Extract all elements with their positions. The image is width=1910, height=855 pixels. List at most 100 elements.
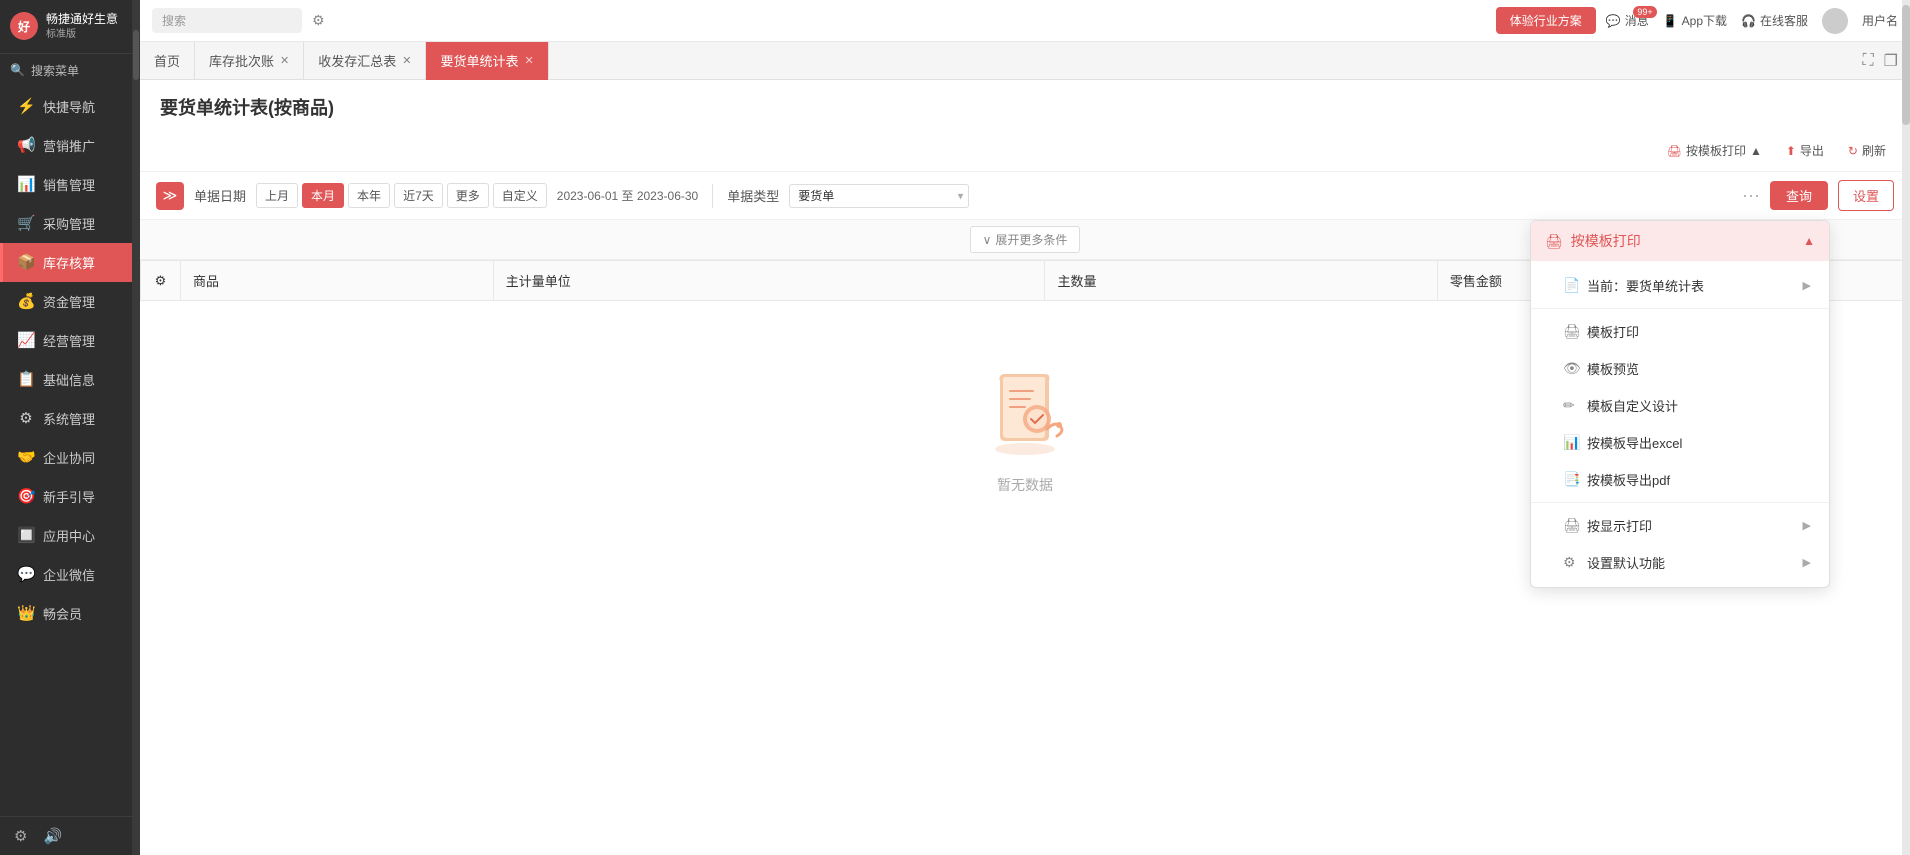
tab-bar: 首页 库存批次账 ✕ 收发存汇总表 ✕ 要货单统计表 ✕ ⛶ ❐ (140, 42, 1910, 80)
system-icon: ⚙ (17, 409, 35, 427)
sidebar-item-weixin[interactable]: 💬 企业微信 (0, 555, 140, 594)
close-receipt-summary[interactable]: ✕ (402, 54, 411, 67)
date-btn-this-month[interactable]: 本月 (302, 183, 344, 208)
query-btn[interactable]: 查询 (1770, 181, 1828, 210)
template-custom-icon: ✏ (1563, 397, 1579, 414)
print-menu-item-template-preview[interactable]: 👁 模板预览 (1531, 350, 1829, 387)
vertical-scrollbar[interactable] (1902, 0, 1910, 855)
filter-type-select-wrap: 要货单 (789, 184, 969, 208)
sidebar-item-operations[interactable]: 📈 经营管理 (0, 321, 140, 360)
refresh-btn[interactable]: ↻ 刷新 (1840, 138, 1894, 163)
sidebar-item-cooperation[interactable]: 🤝 企业协同 (0, 438, 140, 477)
print-icon: 🖨 (1667, 144, 1682, 158)
scrollbar-thumb[interactable] (1902, 5, 1910, 125)
sidebar-item-member[interactable]: 👑 畅会员 (0, 594, 140, 633)
message-link[interactable]: 💬 消息 99+ (1606, 12, 1649, 29)
sidebar-scrollbar[interactable] (132, 0, 140, 855)
filter-separator (712, 184, 713, 208)
date-btn-custom[interactable]: 自定义 (493, 183, 547, 208)
set-default-icon: ⚙ (1563, 554, 1579, 571)
sidebar-search-item[interactable]: 🔍 搜索菜单 (0, 54, 140, 87)
online-service-link[interactable]: 🎧 在线客服 (1741, 12, 1808, 29)
print-menu-item-display-print[interactable]: 🖨 按显示打印 ▶ (1531, 507, 1829, 544)
filter-expand-btn[interactable]: ≫ (156, 182, 184, 210)
sidebar-item-newbie[interactable]: 🎯 新手引导 (0, 477, 140, 516)
template-preview-icon: 👁 (1563, 360, 1579, 377)
sidebar-item-inventory[interactable]: 📦 库存核算 (0, 243, 140, 282)
set-default-arrow: ▶ (1803, 556, 1811, 569)
tab-receipt-summary[interactable]: 收发存汇总表 ✕ (304, 42, 426, 80)
current-template-arrow: ▶ (1803, 279, 1811, 292)
date-btn-last-7days[interactable]: 近7天 (394, 183, 443, 208)
right-action-bar: 🖨 按模板打印 ▲ ⬆ 导出 ↻ 刷新 (140, 130, 1910, 172)
export-pdf-icon: 📑 (1563, 471, 1579, 488)
tab-order-stats[interactable]: 要货单统计表 ✕ (426, 42, 548, 80)
col-unit: 主计量单位 (493, 261, 1045, 301)
refresh-icon: ↻ (1848, 144, 1858, 158)
header-mid: ⚙ (312, 12, 1486, 29)
date-btn-last-month[interactable]: 上月 (256, 183, 298, 208)
date-range-display: 2023-06-01 至 2023-06-30 (557, 187, 698, 204)
trial-btn[interactable]: 体验行业方案 (1496, 7, 1596, 34)
settings-bottom-icon[interactable]: ⚙ (14, 827, 27, 845)
marketing-icon: 📢 (17, 136, 35, 154)
tab-home[interactable]: 首页 (140, 42, 195, 80)
print-menu-item-current[interactable]: 📄 当前：要货单统计表 ▶ (1531, 267, 1829, 304)
quick-nav-icon: ⚡ (17, 97, 35, 115)
sidebar-nav: ⚡ 快捷导航 📢 营销推广 📊 销售管理 🛒 采购管理 📦 库存核算 💰 资金管… (0, 87, 140, 816)
sound-icon[interactable]: 🔊 (43, 827, 62, 845)
col-settings[interactable]: ⚙ (141, 261, 181, 301)
divider-1 (1531, 308, 1829, 309)
main-area: 搜索 ⚙ 体验行业方案 💬 消息 99+ 📱 App下载 🎧 在线客服 用户名 (140, 0, 1910, 855)
sidebar-item-purchase[interactable]: 🛒 采购管理 (0, 204, 140, 243)
close-order-stats[interactable]: ✕ (525, 54, 534, 67)
display-print-icon: 🖨 (1563, 517, 1579, 534)
sidebar-item-system[interactable]: ⚙ 系统管理 (0, 399, 140, 438)
header-gear-icon[interactable]: ⚙ (312, 12, 325, 29)
app-download-link[interactable]: 📱 App下载 (1663, 12, 1727, 29)
sidebar-item-appstore[interactable]: 🔲 应用中心 (0, 516, 140, 555)
print-menu-item-template-custom[interactable]: ✏ 模板自定义设计 (1531, 387, 1829, 424)
print-menu-item-export-pdf[interactable]: 📑 按模板导出pdf (1531, 461, 1829, 498)
print-dropdown-header[interactable]: 🖨 按模板打印 ▲ (1531, 221, 1829, 261)
print-menu-item-set-default[interactable]: ⚙ 设置默认功能 ▶ (1531, 544, 1829, 581)
user-avatar[interactable] (1822, 8, 1848, 34)
filter-type-select[interactable]: 要货单 (789, 184, 969, 208)
print-chevron-up-icon: ▲ (1750, 144, 1762, 158)
header-search[interactable]: 搜索 (152, 8, 302, 33)
sidebar-item-quick-nav[interactable]: ⚡ 快捷导航 (0, 87, 140, 126)
logo-text: 畅捷通好生意 标准版 (46, 12, 118, 41)
print-dropdown: 🖨 按模板打印 ▲ 📄 当前：要货单统计表 ▶ 🖨 (1530, 220, 1830, 588)
print-menu-item-template-print[interactable]: 🖨 模板打印 (1531, 313, 1829, 350)
appstore-icon: 🔲 (17, 526, 35, 544)
date-btn-more[interactable]: 更多 (447, 183, 489, 208)
template-print-icon: 🖨 (1563, 323, 1579, 340)
sidebar-item-marketing[interactable]: 📢 营销推广 (0, 126, 140, 165)
expand-more-btn[interactable]: ∨ 展开更多条件 (970, 226, 1081, 253)
restore-icon[interactable]: ❐ (1884, 51, 1898, 71)
logo-icon: 好 (10, 12, 38, 40)
sidebar: 好 畅捷通好生意 标准版 🔍 搜索菜单 ⚡ 快捷导航 📢 营销推广 📊 销售管理… (0, 0, 140, 855)
expand-icon: ∨ (983, 233, 992, 247)
settings-btn[interactable]: 设置 (1838, 180, 1894, 211)
close-batch-account[interactable]: ✕ (280, 54, 289, 67)
sidebar-scroll-thumb[interactable] (133, 30, 139, 80)
date-btn-this-year[interactable]: 本年 (348, 183, 390, 208)
export-btn[interactable]: ⬆ 导出 (1778, 138, 1832, 163)
top-header: 搜索 ⚙ 体验行业方案 💬 消息 99+ 📱 App下载 🎧 在线客服 用户名 (140, 0, 1910, 42)
username-label: 用户名 (1862, 12, 1898, 29)
print-btn[interactable]: 🖨 按模板打印 ▲ (1659, 138, 1770, 163)
member-icon: 👑 (17, 604, 35, 622)
export-icon: ⬆ (1786, 144, 1796, 158)
print-menu-item-export-excel[interactable]: 📊 按模板导出excel (1531, 424, 1829, 461)
sidebar-item-finance[interactable]: 💰 资金管理 (0, 282, 140, 321)
maximize-icon[interactable]: ⛶ (1862, 52, 1873, 70)
message-icon: 💬 (1606, 14, 1621, 28)
empty-illustration (975, 361, 1075, 461)
sidebar-item-basic-info[interactable]: 📋 基础信息 (0, 360, 140, 399)
col-product: 商品 (181, 261, 494, 301)
purchase-icon: 🛒 (17, 214, 35, 232)
filter-dots[interactable]: ··· (1742, 185, 1760, 206)
sidebar-item-sales[interactable]: 📊 销售管理 (0, 165, 140, 204)
tab-batch-account[interactable]: 库存批次账 ✕ (195, 42, 304, 80)
